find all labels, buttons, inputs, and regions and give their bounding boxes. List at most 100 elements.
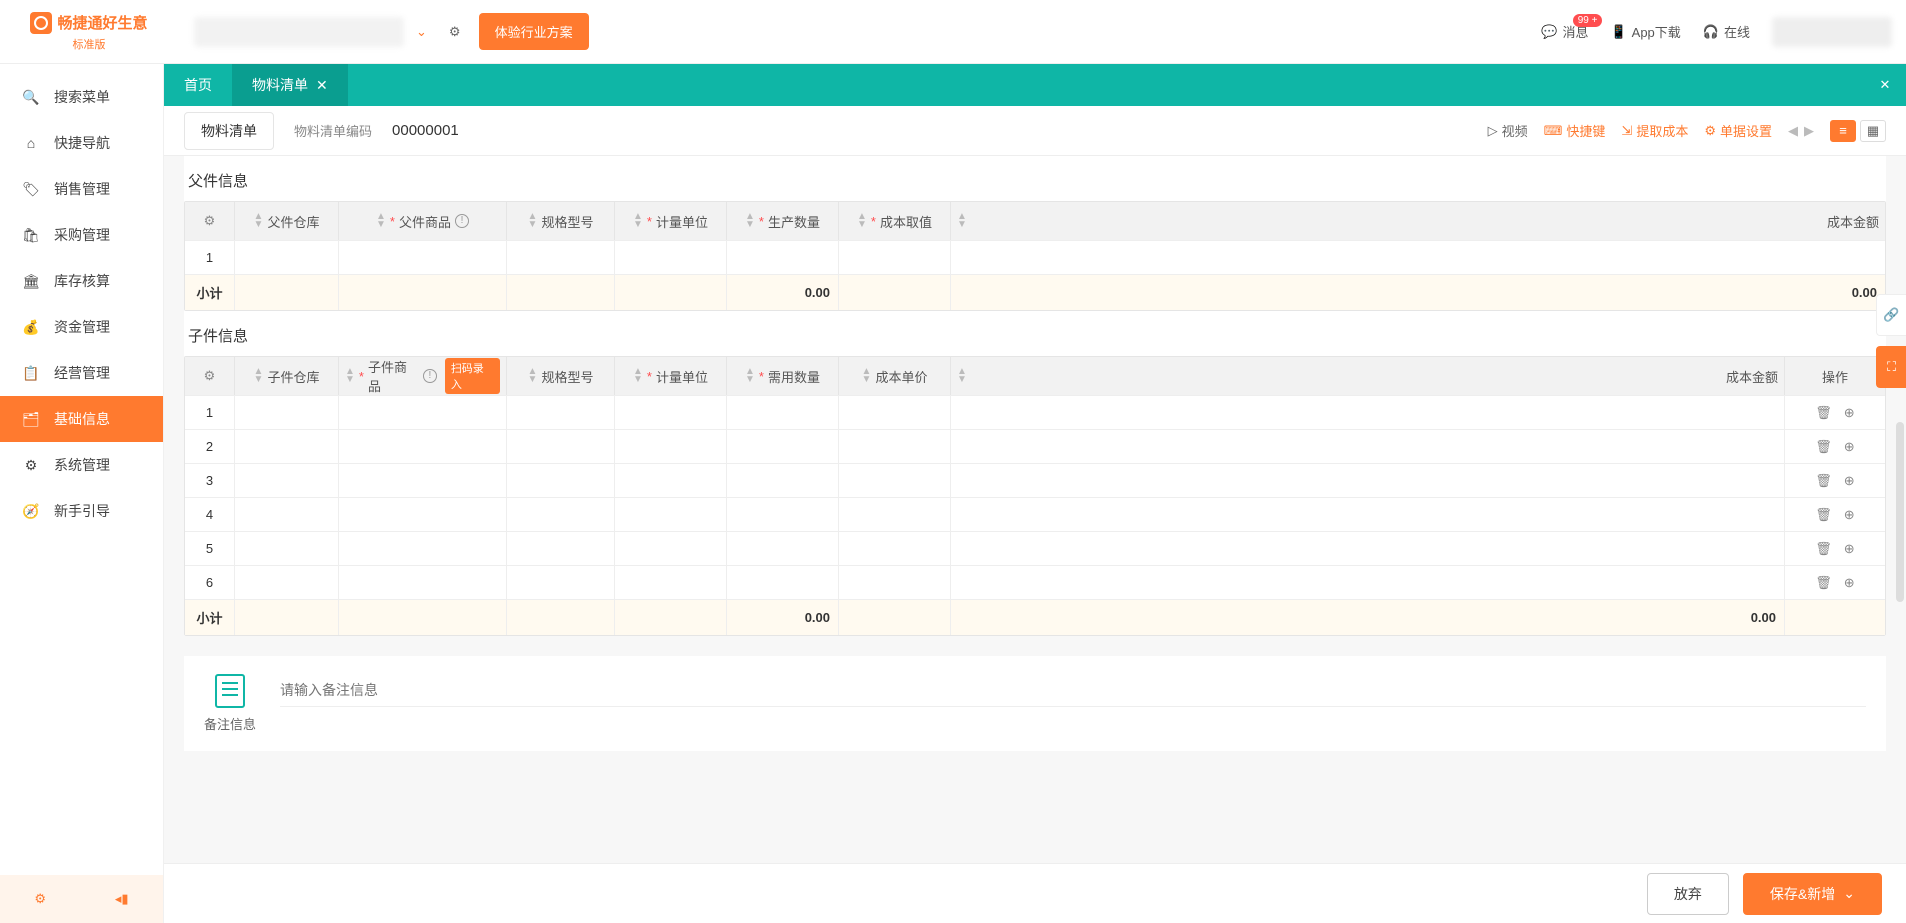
sidebar-item-search-menu[interactable]: 🔍搜索菜单	[0, 74, 163, 120]
child-row[interactable]: 6🗑⊕	[185, 565, 1885, 599]
cell-child-product[interactable]	[339, 464, 507, 497]
settings-icon[interactable]: ⚙	[34, 891, 46, 907]
parent-row[interactable]: 1	[185, 240, 1885, 274]
company-selector[interactable]: ⌄ ⚙	[194, 17, 461, 47]
online-support-link[interactable]: 🎧 在线	[1703, 22, 1750, 41]
cell-child-spec[interactable]	[507, 464, 615, 497]
sidebar-item-sales[interactable]: 🏷销售管理	[0, 166, 163, 212]
sidebar-item-guide[interactable]: 🧭新手引导	[0, 488, 163, 534]
cell-parent-product[interactable]	[339, 241, 507, 274]
shortcut-link[interactable]: ⌨快捷键	[1544, 121, 1606, 140]
col-parent-product[interactable]: ▲▼*父件商品!	[339, 202, 507, 240]
delete-row-icon[interactable]: 🗑	[1815, 473, 1832, 489]
tab-bom[interactable]: 物料清单 ✕	[232, 64, 348, 106]
cell-child-product[interactable]	[339, 566, 507, 599]
extract-cost-link[interactable]: ⇲提取成本	[1621, 121, 1688, 140]
cell-child-spec[interactable]	[507, 566, 615, 599]
cell-child-warehouse[interactable]	[235, 566, 339, 599]
trial-industry-button[interactable]: 体验行业方案	[479, 13, 589, 50]
expand-tab[interactable]: ⛶	[1876, 346, 1906, 388]
col-parent-unit[interactable]: ▲▼*计量单位	[615, 202, 727, 240]
cell-parent-cost-mode[interactable]	[839, 241, 951, 274]
collapse-sidebar-icon[interactable]: ◂▮	[115, 891, 129, 907]
cell-parent-unit[interactable]	[615, 241, 727, 274]
next-doc-icon[interactable]: ▶	[1804, 123, 1814, 139]
cell-child-warehouse[interactable]	[235, 430, 339, 463]
cell-child-product[interactable]	[339, 430, 507, 463]
sidebar-item-purchase[interactable]: 🛍采购管理	[0, 212, 163, 258]
sidebar-item-inventory[interactable]: 🏛库存核算	[0, 258, 163, 304]
card-view-button[interactable]: ▦	[1860, 120, 1886, 142]
discard-button[interactable]: 放弃	[1647, 873, 1729, 915]
grid-settings-icon[interactable]: ⚙	[185, 357, 235, 395]
cell-child-qty[interactable]	[727, 430, 839, 463]
user-avatar-blurred[interactable]	[1772, 17, 1892, 47]
cell-child-spec[interactable]	[507, 532, 615, 565]
delete-row-icon[interactable]: 🗑	[1815, 541, 1832, 557]
child-row[interactable]: 3🗑⊕	[185, 463, 1885, 497]
cell-parent-warehouse[interactable]	[235, 241, 339, 274]
app-download-link[interactable]: 📱 App下载	[1610, 22, 1680, 41]
col-parent-warehouse[interactable]: ▲▼父件仓库	[235, 202, 339, 240]
tab-home[interactable]: 首页	[164, 64, 232, 106]
company-settings-icon[interactable]: ⚙	[449, 24, 461, 40]
cell-child-amount[interactable]	[951, 464, 1785, 497]
cell-child-spec[interactable]	[507, 498, 615, 531]
cell-child-unit-cost[interactable]	[839, 532, 951, 565]
col-child-unit[interactable]: ▲▼*计量单位	[615, 357, 727, 395]
cell-child-amount[interactable]	[951, 396, 1785, 429]
close-all-tabs-icon[interactable]: ✕	[1864, 64, 1906, 106]
remarks-input[interactable]	[280, 674, 1866, 707]
cell-child-unit-cost[interactable]	[839, 430, 951, 463]
cell-child-warehouse[interactable]	[235, 498, 339, 531]
delete-row-icon[interactable]: 🗑	[1815, 439, 1832, 455]
cell-child-product[interactable]	[339, 532, 507, 565]
col-child-product[interactable]: ▲▼*子件商品!扫码录入	[339, 357, 507, 395]
child-row[interactable]: 2🗑⊕	[185, 429, 1885, 463]
video-help-link[interactable]: ▷视频	[1488, 121, 1528, 140]
grid-settings-icon[interactable]: ⚙	[185, 202, 235, 240]
save-and-new-button[interactable]: 保存&新增 ⌄	[1743, 873, 1882, 915]
col-child-qty[interactable]: ▲▼*需用数量	[727, 357, 839, 395]
col-parent-amount[interactable]: ▲▼成本金额	[951, 202, 1885, 240]
cell-child-unit[interactable]	[615, 396, 727, 429]
cell-child-qty[interactable]	[727, 498, 839, 531]
add-row-icon[interactable]: ⊕	[1844, 541, 1855, 557]
doc-settings-link[interactable]: ⚙单据设置	[1704, 121, 1772, 140]
cell-child-unit-cost[interactable]	[839, 396, 951, 429]
cell-child-amount[interactable]	[951, 532, 1785, 565]
cell-child-qty[interactable]	[727, 532, 839, 565]
child-row[interactable]: 5🗑⊕	[185, 531, 1885, 565]
cell-child-warehouse[interactable]	[235, 464, 339, 497]
cell-child-unit-cost[interactable]	[839, 464, 951, 497]
delete-row-icon[interactable]: 🗑	[1815, 507, 1832, 523]
vertical-scrollbar[interactable]	[1896, 422, 1904, 602]
cell-child-unit[interactable]	[615, 498, 727, 531]
prev-doc-icon[interactable]: ◀	[1788, 123, 1798, 139]
add-row-icon[interactable]: ⊕	[1844, 575, 1855, 591]
sidebar-item-system[interactable]: ⚙系统管理	[0, 442, 163, 488]
delete-row-icon[interactable]: 🗑	[1815, 405, 1832, 421]
info-icon[interactable]: !	[423, 369, 437, 383]
cell-child-qty[interactable]	[727, 566, 839, 599]
cell-child-unit[interactable]	[615, 532, 727, 565]
sidebar-item-operations[interactable]: 📋经营管理	[0, 350, 163, 396]
cell-child-product[interactable]	[339, 498, 507, 531]
info-icon[interactable]: !	[455, 214, 469, 228]
cell-parent-spec[interactable]	[507, 241, 615, 274]
cell-child-unit[interactable]	[615, 566, 727, 599]
col-parent-spec[interactable]: ▲▼规格型号	[507, 202, 615, 240]
child-row[interactable]: 4🗑⊕	[185, 497, 1885, 531]
add-row-icon[interactable]: ⊕	[1844, 439, 1855, 455]
cell-child-amount[interactable]	[951, 498, 1785, 531]
close-tab-icon[interactable]: ✕	[316, 77, 328, 94]
cell-child-unit-cost[interactable]	[839, 566, 951, 599]
cell-parent-qty[interactable]	[727, 241, 839, 274]
col-child-spec[interactable]: ▲▼规格型号	[507, 357, 615, 395]
cell-child-warehouse[interactable]	[235, 532, 339, 565]
chevron-down-icon[interactable]: ⌄	[416, 24, 427, 40]
cell-child-unit[interactable]	[615, 430, 727, 463]
cell-child-qty[interactable]	[727, 464, 839, 497]
cell-child-product[interactable]	[339, 396, 507, 429]
add-row-icon[interactable]: ⊕	[1844, 405, 1855, 421]
